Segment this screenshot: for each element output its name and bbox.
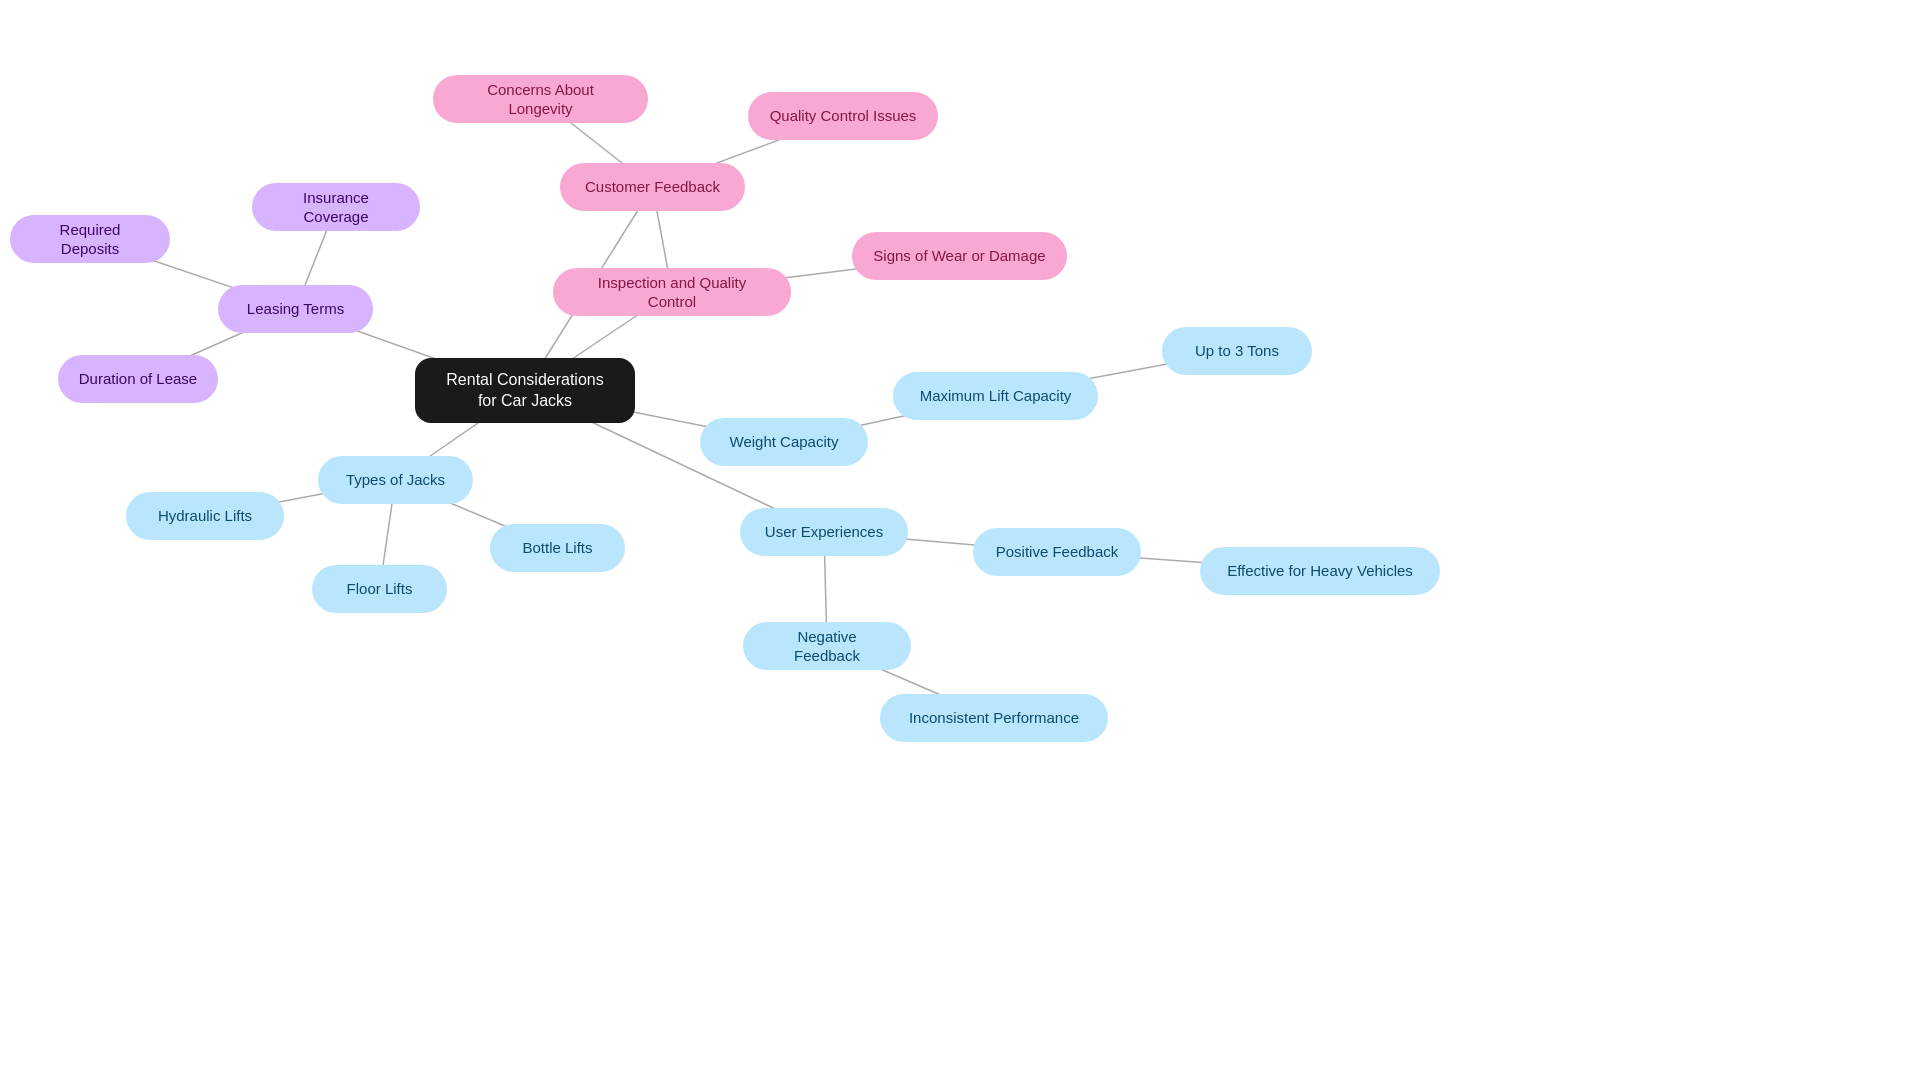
hydraulic-lifts-node: Hydraulic Lifts [126,492,284,540]
user-experiences-node: User Experiences [740,508,908,556]
customer-feedback-node: Customer Feedback [560,163,745,211]
quality-control-issues-node: Quality Control Issues [748,92,938,140]
positive-feedback-node: Positive Feedback [973,528,1141,576]
center-node: Rental Considerations for Car Jacks [415,358,635,423]
signs-wear-node: Signs of Wear or Damage [852,232,1067,280]
insurance-coverage-node: Insurance Coverage [252,183,420,231]
floor-lifts-node: Floor Lifts [312,565,447,613]
bottle-lifts-node: Bottle Lifts [490,524,625,572]
leasing-terms-node: Leasing Terms [218,285,373,333]
max-lift-node: Maximum Lift Capacity [893,372,1098,420]
inspection-quality-node: Inspection and Quality Control [553,268,791,316]
types-of-jacks-node: Types of Jacks [318,456,473,504]
required-deposits-node: Required Deposits [10,215,170,263]
concerns-longevity-node: Concerns About Longevity [433,75,648,123]
duration-of-lease-node: Duration of Lease [58,355,218,403]
up-to-3-tons-node: Up to 3 Tons [1162,327,1312,375]
weight-capacity-node: Weight Capacity [700,418,868,466]
inconsistent-perf-node: Inconsistent Performance [880,694,1108,742]
effective-heavy-node: Effective for Heavy Vehicles [1200,547,1440,595]
negative-feedback-node: Negative Feedback [743,622,911,670]
